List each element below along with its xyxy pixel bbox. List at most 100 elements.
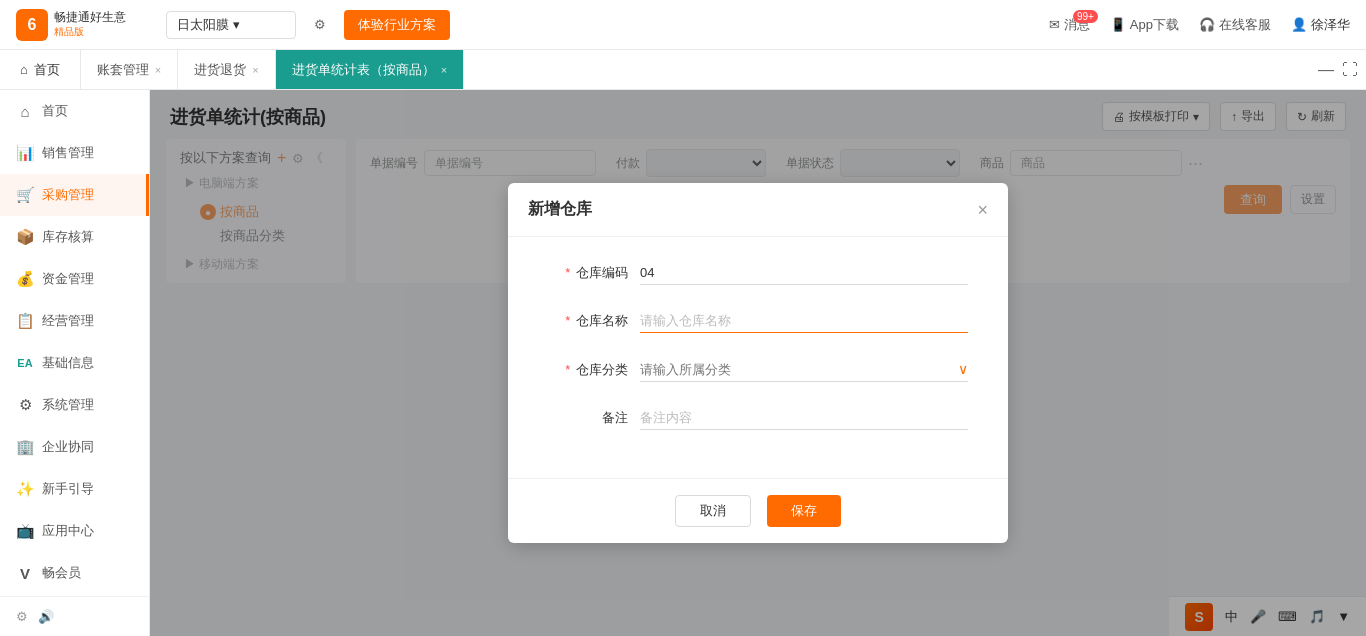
store-name: 日太阳膜 [177,16,229,34]
tab-bar: ⌂ 首页 账套管理 × 进货退货 × 进货单统计表（按商品） × — ⛶ [0,50,1366,90]
modal-overlay[interactable]: 新增仓库 × * 仓库编码 * [150,90,1366,636]
main-layout: ⌂ 首页 📊 销售管理 🛒 采购管理 📦 库存核算 💰 资金管理 📋 经营管理 … [0,90,1366,636]
gear-icon: ⚙ [314,17,326,32]
form-row-category: * 仓库分类 ∨ [548,357,968,382]
form-category-label: * 仓库分类 [548,361,628,379]
brand-text: 畅捷通好生意 精品版 [54,10,126,40]
message-btn[interactable]: ✉ 消息 99+ [1049,16,1090,34]
gear-button[interactable]: ⚙ [304,9,336,41]
sidebar-item-app-center[interactable]: 📺 应用中心 [0,510,149,552]
tab-minimize-icon[interactable]: — [1318,61,1334,79]
tab-purchase-return[interactable]: 进货退货 × [178,50,275,89]
tab-bar-controls: — ⛶ [1318,50,1366,89]
mobile-icon: 📱 [1110,17,1126,32]
sidebar-item-system[interactable]: ⚙ 系统管理 [0,384,149,426]
modal-footer: 取消 保存 [508,478,1008,543]
sidebar-operations-label: 经营管理 [42,312,94,330]
user-name-label: 徐泽华 [1311,16,1350,34]
tab-expand-icon[interactable]: ⛶ [1342,61,1358,79]
content-area: 进货单统计(按商品) 🖨 按模板打印 ▾ ↑ 导出 ↻ 刷新 [150,90,1366,636]
home-icon: ⌂ [20,62,28,77]
warehouse-code-input[interactable] [640,261,968,285]
tab-home-label: 首页 [34,61,60,79]
app-center-icon: 📺 [16,522,34,540]
member-icon: V [16,564,34,582]
tab-accounts-label: 账套管理 [97,61,149,79]
tab-purchase-return-close-icon[interactable]: × [252,64,258,76]
modal-title: 新增仓库 [528,199,592,220]
inventory-icon: 📦 [16,228,34,246]
system-icon: ⚙ [16,396,34,414]
beginner-icon: ✨ [16,480,34,498]
sidebar-item-enterprise[interactable]: 🏢 企业协同 [0,426,149,468]
sidebar-system-label: 系统管理 [42,396,94,414]
sidebar-item-purchase[interactable]: 🛒 采购管理 [0,174,149,216]
category-arrow-icon: ∨ [958,361,968,377]
form-row-code: * 仓库编码 [548,261,968,285]
notification-badge: 99+ [1073,10,1098,23]
tab-purchase-return-label: 进货退货 [194,61,246,79]
tab-purchase-stats[interactable]: 进货单统计表（按商品） × [276,50,464,89]
form-name-label: * 仓库名称 [548,312,628,330]
sidebar: ⌂ 首页 📊 销售管理 🛒 采购管理 📦 库存核算 💰 资金管理 📋 经营管理 … [0,90,150,636]
sidebar-item-member[interactable]: V 畅会员 [0,552,149,594]
warehouse-remark-input[interactable] [640,406,968,430]
store-selector[interactable]: 日太阳膜 ▾ [166,11,296,39]
required-star-name: * [565,313,570,328]
purchase-icon: 🛒 [16,186,34,204]
app-download-btn[interactable]: 📱 App下载 [1110,16,1179,34]
sidebar-member-label: 畅会员 [42,564,81,582]
warehouse-name-input[interactable] [640,309,968,333]
sidebar-item-operations[interactable]: 📋 经营管理 [0,300,149,342]
warehouse-category-select[interactable]: ∨ [640,357,968,382]
sidebar-app-center-label: 应用中心 [42,522,94,540]
basic-info-icon: EA [16,354,34,372]
top-right-area: ✉ 消息 99+ 📱 App下载 🎧 在线客服 👤 徐泽华 [1049,16,1350,34]
enterprise-icon: 🏢 [16,438,34,456]
settings-bottom-icon[interactable]: ⚙ [16,609,28,624]
sidebar-home-label: 首页 [42,102,68,120]
trial-button[interactable]: 体验行业方案 [344,10,450,40]
headset-icon: 🎧 [1199,17,1215,32]
sidebar-enterprise-label: 企业协同 [42,438,94,456]
sidebar-item-sales[interactable]: 📊 销售管理 [0,132,149,174]
tab-home[interactable]: ⌂ 首页 [0,50,81,89]
online-service-btn[interactable]: 🎧 在线客服 [1199,16,1271,34]
brand-sub: 精品版 [54,25,126,39]
required-star-category: * [565,362,570,377]
user-avatar-icon: 👤 [1291,17,1307,32]
operations-icon: 📋 [16,312,34,330]
user-profile-btn[interactable]: 👤 徐泽华 [1291,16,1350,34]
message-icon: ✉ [1049,17,1060,32]
modal-body: * 仓库编码 * 仓库名称 [508,237,1008,478]
sidebar-item-beginner[interactable]: ✨ 新手引导 [0,468,149,510]
category-input[interactable] [640,362,958,377]
tab-accounts-close-icon[interactable]: × [155,64,161,76]
sidebar-item-inventory[interactable]: 📦 库存核算 [0,216,149,258]
online-service-label: 在线客服 [1219,16,1271,34]
finance-icon: 💰 [16,270,34,288]
sidebar-bottom: ⚙ 🔊 [0,596,149,636]
sidebar-sales-label: 销售管理 [42,144,94,162]
sidebar-basic-info-label: 基础信息 [42,354,94,372]
sidebar-item-finance[interactable]: 💰 资金管理 [0,258,149,300]
app-logo-icon: 6 [16,9,48,41]
cancel-button[interactable]: 取消 [675,495,751,527]
add-warehouse-modal: 新增仓库 × * 仓库编码 * [508,183,1008,543]
sales-icon: 📊 [16,144,34,162]
tab-purchase-stats-label: 进货单统计表（按商品） [292,61,435,79]
app-download-label: App下载 [1130,16,1179,34]
tab-purchase-stats-close-icon[interactable]: × [441,64,447,76]
store-chevron-icon: ▾ [233,17,240,32]
sidebar-item-basic-info[interactable]: EA 基础信息 [0,342,149,384]
tab-accounts[interactable]: 账套管理 × [81,50,178,89]
sidebar-purchase-label: 采购管理 [42,186,94,204]
top-nav: 6 畅捷通好生意 精品版 日太阳膜 ▾ ⚙ 体验行业方案 ✉ 消息 99+ 📱 … [0,0,1366,50]
sidebar-beginner-label: 新手引导 [42,480,94,498]
save-button[interactable]: 保存 [767,495,841,527]
sidebar-item-home[interactable]: ⌂ 首页 [0,90,149,132]
logo-area: 6 畅捷通好生意 精品版 [16,9,166,41]
audio-icon[interactable]: 🔊 [38,609,54,624]
home-sidebar-icon: ⌂ [16,102,34,120]
modal-close-button[interactable]: × [977,201,988,219]
